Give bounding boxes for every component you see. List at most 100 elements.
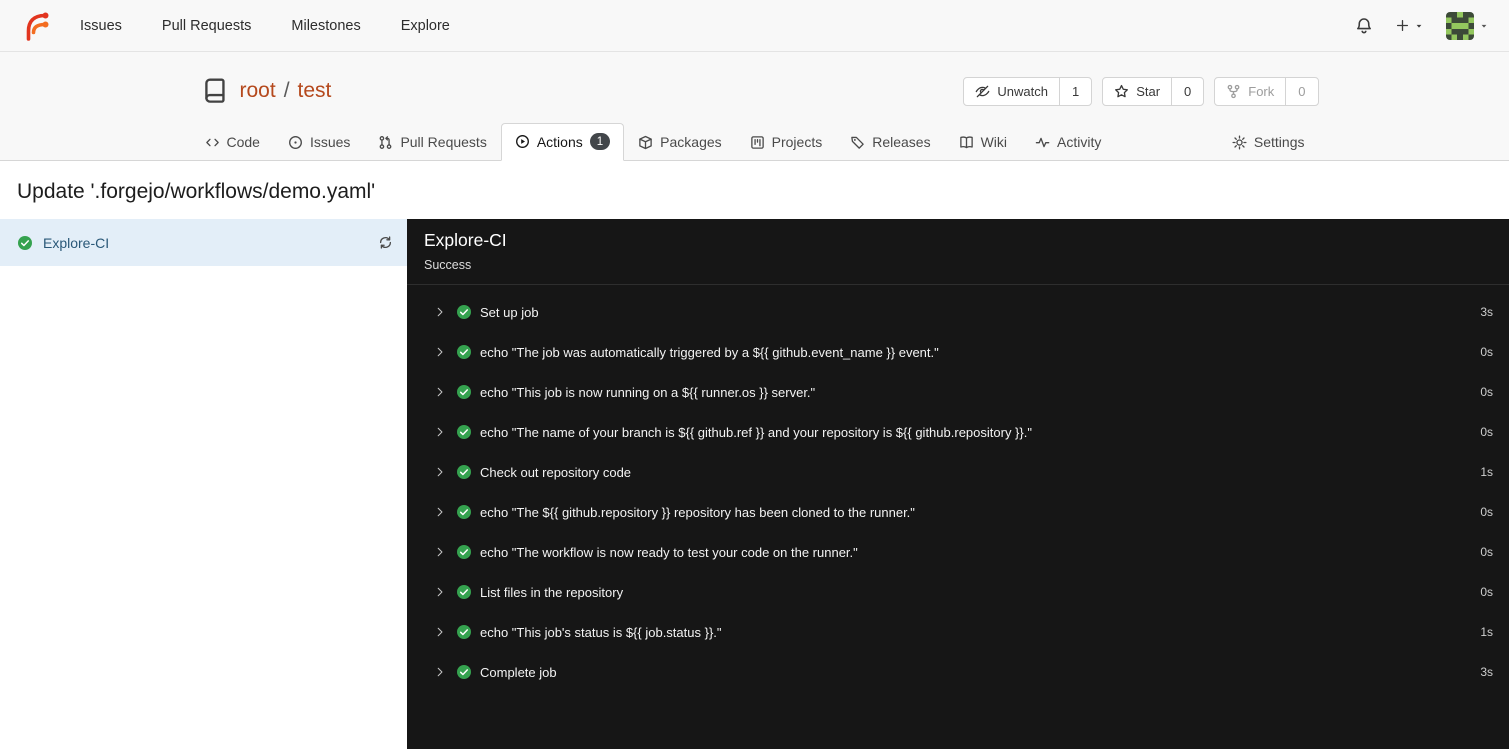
check-circle-icon xyxy=(456,664,472,680)
navbar-right xyxy=(1355,11,1489,40)
workflow-run-title: Update '.forgejo/workflows/demo.yaml' xyxy=(0,161,1509,220)
repo-action-main[interactable]: Unwatch xyxy=(964,78,1059,105)
log-step-row[interactable]: echo "The name of your branch is ${{ git… xyxy=(407,412,1509,452)
step-name: echo "The workflow is now ready to test … xyxy=(480,544,858,560)
navbar-link[interactable]: Issues xyxy=(80,18,122,34)
log-step-row[interactable]: Check out repository code 1s xyxy=(407,452,1509,492)
repo-action-count[interactable]: 0 xyxy=(1285,77,1317,105)
job-name: Explore-CI xyxy=(43,234,110,251)
projects-icon xyxy=(750,135,765,150)
step-duration: 0s xyxy=(1480,385,1493,400)
repo-tab[interactable]: Activity xyxy=(1021,124,1115,161)
step-name: echo "The job was automatically triggere… xyxy=(480,344,939,360)
repo-action-button: Star 0 xyxy=(1102,76,1205,106)
step-duration: 3s xyxy=(1480,305,1493,320)
step-duration: 0s xyxy=(1480,545,1493,560)
repo-tab[interactable]: Code xyxy=(191,124,274,161)
log-step-row[interactable]: echo "The ${{ github.repository }} repos… xyxy=(407,492,1509,532)
chevron-right-icon[interactable] xyxy=(434,386,446,398)
navbar-link[interactable]: Explore xyxy=(401,18,450,34)
step-duration: 3s xyxy=(1480,665,1493,680)
tab-count-badge: 1 xyxy=(589,133,611,151)
chevron-right-icon[interactable] xyxy=(434,426,446,438)
bell-icon xyxy=(1355,17,1373,35)
step-duration: 1s xyxy=(1480,465,1493,480)
repo-tab[interactable]: Pull Requests xyxy=(364,124,500,161)
repo-action-main[interactable]: Star xyxy=(1103,78,1171,105)
check-circle-icon xyxy=(456,304,472,320)
step-name: Complete job xyxy=(480,664,557,680)
check-circle-icon xyxy=(456,464,472,480)
repo-action-button: Fork 0 xyxy=(1214,76,1319,106)
chevron-right-icon[interactable] xyxy=(434,546,446,558)
repo-name-link[interactable]: test xyxy=(298,79,332,103)
step-name: List files in the repository xyxy=(480,584,624,600)
repo-tab[interactable]: Projects xyxy=(736,124,837,161)
pull-request-icon xyxy=(378,135,393,150)
console-job-status: Success xyxy=(424,258,472,273)
chevron-right-icon[interactable] xyxy=(434,306,446,318)
repo-action-count[interactable]: 0 xyxy=(1171,77,1203,105)
navbar-link[interactable]: Pull Requests xyxy=(162,18,251,34)
repo-action-label: Unwatch xyxy=(997,83,1048,99)
repo-action-label: Fork xyxy=(1248,83,1275,99)
avatar xyxy=(1446,11,1474,40)
log-step-row[interactable]: Complete job 3s xyxy=(407,652,1509,692)
tab-label: Wiki xyxy=(980,134,1008,151)
log-step-row[interactable]: echo "The workflow is now ready to test … xyxy=(407,532,1509,572)
forgejo-logo[interactable] xyxy=(20,10,52,42)
step-list: Set up job 3s echo "The job was automati… xyxy=(407,285,1509,692)
tab-settings[interactable]: Settings xyxy=(1218,124,1319,161)
job-item[interactable]: Explore-CI xyxy=(0,219,407,267)
caret-down-icon xyxy=(1414,21,1424,31)
repo-tab[interactable]: Actions 1 xyxy=(500,123,625,162)
pulse-icon xyxy=(1035,135,1050,150)
log-console: Explore-CI Success Set up job 3s echo "T… xyxy=(407,219,1509,749)
gear-icon xyxy=(1232,135,1247,150)
repo-tab[interactable]: Packages xyxy=(624,124,735,161)
tab-label: Activity xyxy=(1057,134,1102,151)
notifications-button[interactable] xyxy=(1355,17,1373,35)
chevron-right-icon[interactable] xyxy=(434,626,446,638)
chevron-right-icon[interactable] xyxy=(434,666,446,678)
tab-label: Packages xyxy=(660,134,722,151)
repo-tabbar-strip: Code Issues Pull Requests Actions 1 Pack… xyxy=(0,123,1509,162)
navbar-link[interactable]: Milestones xyxy=(291,18,360,34)
chevron-right-icon[interactable] xyxy=(434,506,446,518)
refresh-icon[interactable] xyxy=(378,235,393,250)
eye-slash-icon xyxy=(975,84,990,99)
console-job-title: Explore-CI xyxy=(424,230,507,251)
log-step-row[interactable]: List files in the repository 0s xyxy=(407,572,1509,612)
repo-action-count[interactable]: 1 xyxy=(1058,77,1091,105)
top-navbar: Issues Pull Requests Milestones Explore xyxy=(0,0,1509,52)
log-step-row[interactable]: echo "This job is now running on a ${{ r… xyxy=(407,372,1509,412)
repo-tab[interactable]: Releases xyxy=(836,124,944,161)
log-step-row[interactable]: Set up job 3s xyxy=(407,292,1509,332)
chevron-right-icon[interactable] xyxy=(434,586,446,598)
repo-title-row: root / test Unwatch 1 Star 0 Fork 0 xyxy=(191,68,1319,114)
chevron-right-icon[interactable] xyxy=(434,466,446,478)
step-duration: 0s xyxy=(1480,585,1493,600)
user-menu[interactable] xyxy=(1446,11,1489,40)
repo-tab[interactable]: Wiki xyxy=(945,124,1021,161)
run-body: Explore-CI Explore-CI Success Set up job… xyxy=(0,219,1509,749)
repo-action-main[interactable]: Fork xyxy=(1215,78,1285,105)
chevron-right-icon[interactable] xyxy=(434,346,446,358)
step-duration: 1s xyxy=(1480,625,1493,640)
log-step-row[interactable]: echo "The job was automatically triggere… xyxy=(407,332,1509,372)
tab-label: Issues xyxy=(309,134,351,151)
repo-tab[interactable]: Issues xyxy=(274,124,364,161)
check-circle-icon xyxy=(456,624,472,640)
step-name: echo "The name of your branch is ${{ git… xyxy=(480,424,1032,440)
book-icon xyxy=(959,135,974,150)
repo-action-label: Star xyxy=(1136,83,1161,99)
tab-label: Code xyxy=(226,134,260,151)
log-step-row[interactable]: echo "This job's status is ${{ job.statu… xyxy=(407,612,1509,652)
create-new-button[interactable] xyxy=(1395,18,1424,33)
step-name: echo "This job's status is ${{ job.statu… xyxy=(480,624,722,640)
repo-owner-link[interactable]: root xyxy=(240,79,276,103)
check-circle-icon xyxy=(456,504,472,520)
repo-title: root / test xyxy=(240,79,332,103)
step-name: echo "The ${{ github.repository }} repos… xyxy=(480,504,915,520)
tab-label: Projects xyxy=(771,134,823,151)
